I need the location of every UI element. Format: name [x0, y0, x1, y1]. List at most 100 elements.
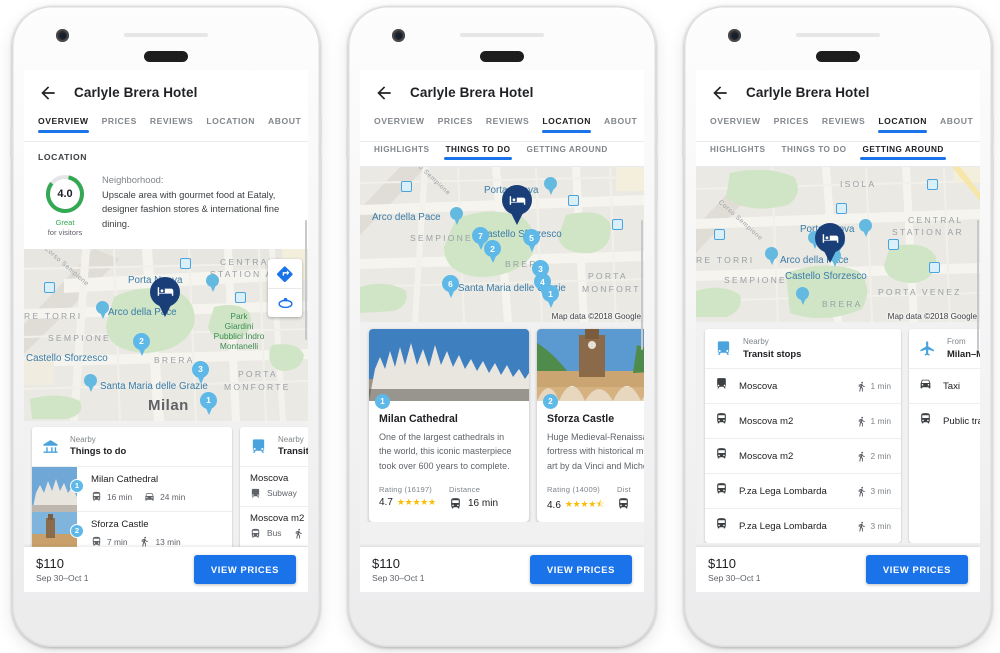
transit-square-icon	[927, 179, 938, 190]
map-hotel-pin[interactable]	[815, 223, 845, 263]
map-attribution: Map data ©2018 Google	[887, 312, 977, 321]
walk-time: 3 min	[870, 486, 891, 497]
transit-square-icon	[929, 262, 940, 273]
map-poi-pin[interactable]	[206, 273, 219, 292]
list-item[interactable]: P.za Lega Lombarda 3 min	[705, 509, 901, 543]
power-button[interactable]	[319, 156, 322, 202]
list-item-label: Sforza Castle	[91, 518, 149, 530]
map-view[interactable]: Corso Sempione ISOLA CENTRAL STATION AR …	[696, 167, 980, 322]
map-view[interactable]: Corso Sempione CENTRAL STATION ARE Porta…	[24, 248, 308, 421]
attraction-card[interactable]: 2 Sforza Castle Huge Medieval-Renaissanc…	[537, 329, 644, 523]
rating-value: 4.6	[547, 499, 561, 511]
subtab-getting-around[interactable]: GETTING AROUND	[860, 142, 947, 160]
scrollbar-thumb[interactable]	[305, 220, 307, 340]
list-item-number: 1	[70, 478, 84, 493]
arrow-left-icon[interactable]	[38, 83, 58, 103]
street-view-button[interactable]	[268, 287, 302, 317]
map-poi-pin[interactable]	[96, 300, 109, 319]
tab-prices[interactable]: PRICES	[438, 115, 473, 133]
list-item[interactable]: 1 Milan Cathedral 16 min 24 min	[32, 466, 232, 512]
map-poi-pin[interactable]	[84, 373, 97, 392]
mute-switch[interactable]	[991, 116, 994, 142]
map-poi-pin[interactable]	[765, 247, 778, 265]
view-prices-button[interactable]: VIEW PRICES	[193, 555, 296, 584]
subtab-things-to-do[interactable]: THINGS TO DO	[443, 142, 513, 160]
tab-reviews[interactable]: REVIEWS	[822, 115, 865, 133]
tab-reviews[interactable]: REVIEWS	[486, 115, 529, 133]
list-item[interactable]: Moscova Subway	[240, 467, 308, 507]
list-item[interactable]: Moscova m2 Bus 1 m	[240, 507, 308, 547]
from-airport-card[interactable]: From Milan–Malpe Taxi Public transit	[909, 329, 980, 544]
map-numbered-pin-5[interactable]: 5	[523, 229, 540, 252]
tab-overview[interactable]: OVERVIEW	[710, 115, 761, 133]
map-poi-pin[interactable]	[859, 219, 872, 237]
subtab-highlights[interactable]: HIGHLIGHTS	[710, 142, 766, 160]
volume-button[interactable]	[682, 128, 685, 158]
map-numbered-pin-2[interactable]: 2	[133, 332, 150, 356]
thumbnail: 1	[32, 466, 84, 512]
attraction-card[interactable]: 1 Milan Cathedral One of the largest cat…	[369, 329, 529, 523]
tab-about[interactable]: ABOUT	[940, 115, 973, 133]
map-numbered-pin-2[interactable]: 2	[484, 240, 501, 263]
tab-about[interactable]: ABOUT	[604, 115, 637, 133]
getting-around-strip[interactable]: Nearby Transit stops Moscova 1 min Mosco…	[696, 322, 980, 544]
arrow-left-icon[interactable]	[710, 83, 730, 103]
transit-square-icon	[401, 181, 412, 192]
tab-about[interactable]: ABOUT	[268, 115, 301, 133]
subtab-things-to-do[interactable]: THINGS TO DO	[782, 142, 847, 160]
walk-icon	[142, 537, 149, 548]
list-item[interactable]: Public transit	[909, 404, 980, 438]
view-prices-button[interactable]: VIEW PRICES	[529, 555, 632, 584]
walk-icon	[858, 521, 865, 532]
map-poi-pin[interactable]	[450, 207, 463, 225]
rating-caption-great: Great	[55, 218, 75, 227]
list-item[interactable]: P.za Lega Lombarda 3 min	[705, 474, 901, 510]
mute-switch[interactable]	[319, 116, 322, 142]
mute-switch[interactable]	[655, 116, 658, 142]
volume-button[interactable]	[346, 128, 349, 158]
map-hotel-pin[interactable]	[150, 276, 180, 317]
card-title: Things to do	[70, 445, 127, 457]
list-item[interactable]: Moscova 1 min	[705, 369, 901, 405]
tab-location[interactable]: LOCATION	[206, 115, 255, 133]
list-item[interactable]: Moscova m2 1 min	[705, 404, 901, 440]
attraction-cards-strip[interactable]: 1 Milan Cathedral One of the largest cat…	[360, 322, 644, 523]
rating-score-block: 4.0 Great for visitors	[38, 173, 92, 239]
map-numbered-pin-1[interactable]: 1	[200, 391, 217, 415]
directions-button[interactable]	[268, 259, 302, 288]
rating-label: Rating (14009)	[547, 485, 601, 495]
tab-overview[interactable]: OVERVIEW	[374, 115, 425, 133]
map-poi-pin[interactable]	[544, 177, 557, 195]
tab-prices[interactable]: PRICES	[102, 115, 137, 133]
screenshot-stage: Carlyle Brera Hotel OVERVIEW PRICES REVI…	[0, 0, 1000, 653]
scrollbar-thumb[interactable]	[641, 220, 643, 350]
map-hotel-pin[interactable]	[502, 185, 532, 225]
tab-location[interactable]: LOCATION	[542, 115, 591, 133]
walk-icon	[296, 528, 303, 539]
subtab-highlights[interactable]: HIGHLIGHTS	[374, 142, 430, 160]
tab-reviews[interactable]: REVIEWS	[150, 115, 193, 133]
power-button[interactable]	[655, 156, 658, 202]
scrollbar-thumb[interactable]	[977, 220, 979, 350]
list-item[interactable]: Taxi	[909, 369, 980, 405]
tab-location[interactable]: LOCATION	[878, 115, 927, 133]
arrow-left-icon[interactable]	[374, 83, 394, 103]
app-bar: Carlyle Brera Hotel	[696, 70, 980, 115]
subtab-getting-around[interactable]: GETTING AROUND	[526, 142, 607, 160]
view-prices-button[interactable]: VIEW PRICES	[865, 555, 968, 584]
walk-icon	[858, 451, 865, 462]
map-poi-pin[interactable]	[796, 287, 809, 305]
tab-prices[interactable]: PRICES	[774, 115, 809, 133]
volume-button[interactable]	[10, 128, 13, 158]
front-camera-icon	[728, 29, 741, 42]
map-view[interactable]: Arco Sempione Porta Nuova Arco della Pac…	[360, 167, 644, 322]
power-button[interactable]	[991, 156, 994, 202]
bus-icon	[715, 517, 731, 535]
map-numbered-pin-1[interactable]: 1	[542, 285, 559, 308]
map-numbered-pin-3[interactable]: 3	[192, 360, 209, 384]
list-item[interactable]: Moscova m2 2 min	[705, 439, 901, 475]
tab-overview[interactable]: OVERVIEW	[38, 115, 89, 133]
transit-stops-card[interactable]: Nearby Transit stops Moscova 1 min Mosco…	[705, 329, 901, 544]
map-numbered-pin-6[interactable]: 6	[442, 275, 459, 298]
bus-icon	[715, 412, 731, 430]
